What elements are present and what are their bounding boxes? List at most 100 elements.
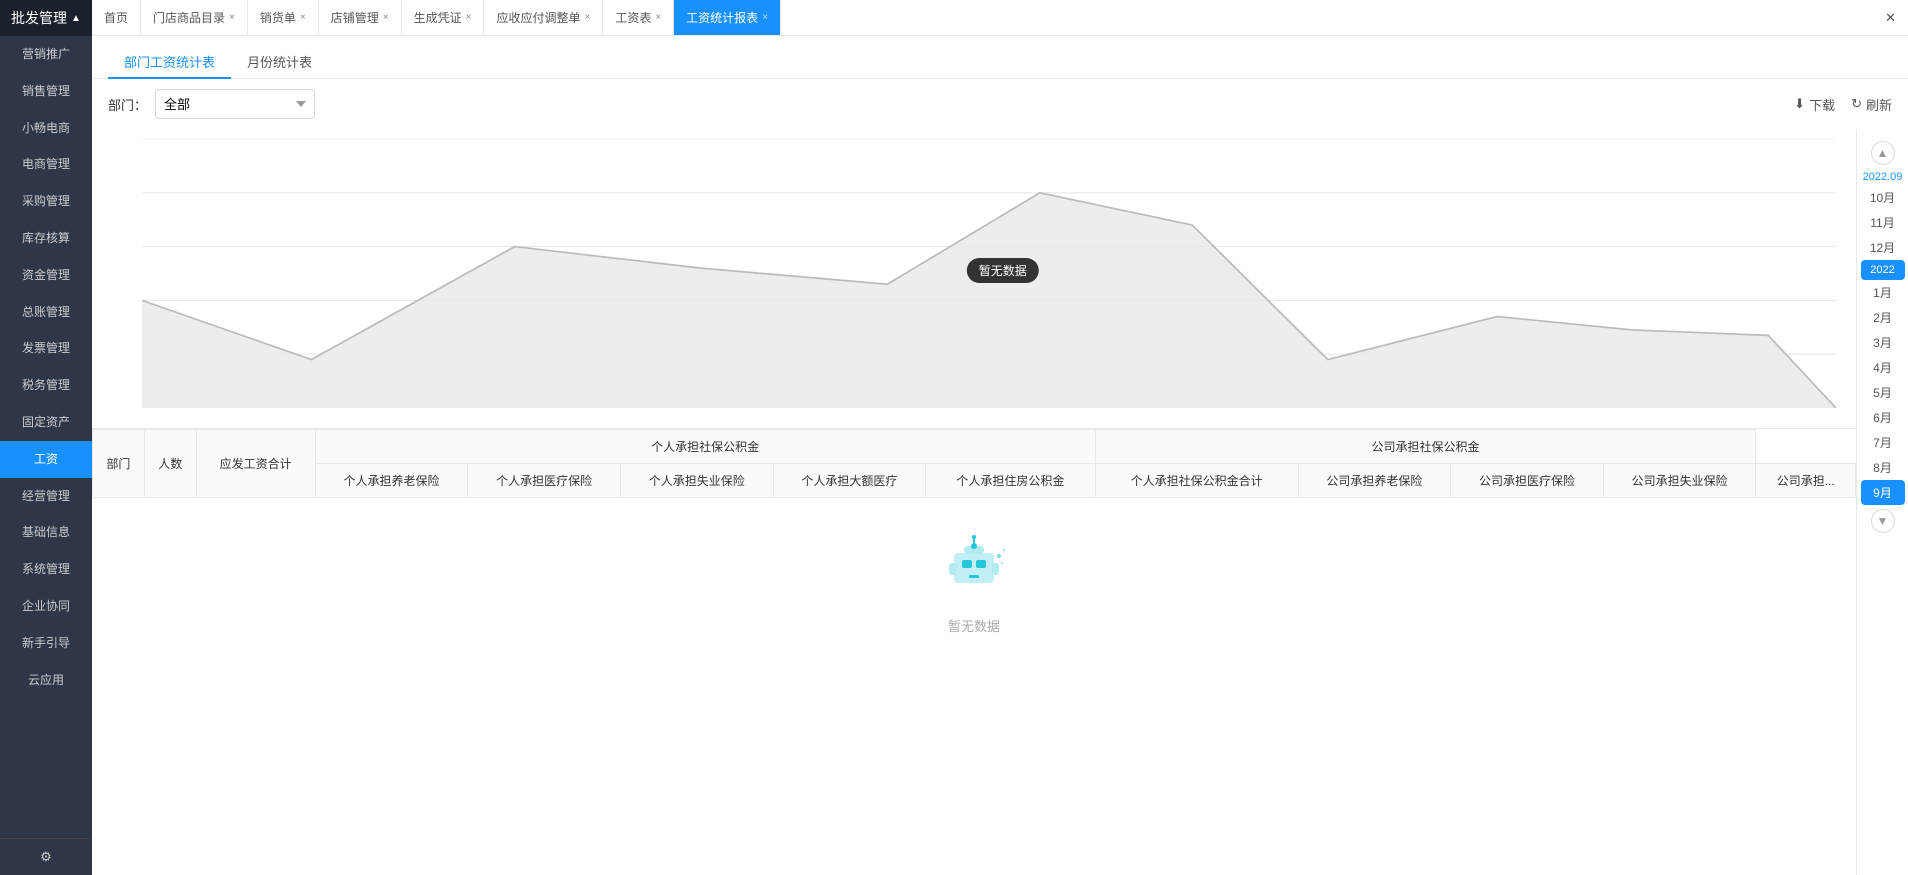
data-table: 部门人数应发工资合计个人承担社保公积金公司承担社保公积金个人承担养老保险 个人承担… xyxy=(92,429,1856,498)
col-subheader: 个人承担失业保险 xyxy=(620,464,773,498)
col-subheader: 公司承担... xyxy=(1756,464,1856,498)
chart-svg: 0100200300400500 xyxy=(142,139,1836,408)
refresh-label: 刷新 xyxy=(1866,95,1892,114)
department-select[interactable]: 全部 xyxy=(155,89,315,119)
chart-table-area: 0100200300400500 暂无数据 部门人数应发工资合计个人承担社保公积… xyxy=(92,129,1908,875)
chart-table-main: 0100200300400500 暂无数据 部门人数应发工资合计个人承担社保公积… xyxy=(92,129,1856,875)
tab-close-icon-dianguanli[interactable]: × xyxy=(383,12,389,23)
empty-icon xyxy=(934,528,1014,608)
subtab-bumen[interactable]: 部门工资统计表 xyxy=(108,46,231,79)
tab-close-icon-mendianshanpinmulu[interactable]: × xyxy=(229,12,235,23)
tab-close-icon-shengchengpingzheng[interactable]: × xyxy=(466,12,472,23)
sidebar-item-kucun[interactable]: 库存核算 xyxy=(0,220,92,257)
tabbar-close-btn[interactable]: ✕ xyxy=(1873,0,1908,35)
main-area: 首页门店商品目录 ×销货单 ×店铺管理 ×生成凭证 ×应收应付调整单 ×工资表 … xyxy=(92,0,1908,875)
sidebar-item-zijin[interactable]: 资金管理 xyxy=(0,257,92,294)
month-item[interactable]: 7月 xyxy=(1861,430,1905,455)
tab-mendianshanpinmulu[interactable]: 门店商品目录 × xyxy=(141,0,248,35)
refresh-icon: ↻ xyxy=(1851,96,1862,112)
download-icon: ⬇ xyxy=(1794,96,1805,112)
sidebar-item-xiaoshou[interactable]: 销售管理 xyxy=(0,73,92,110)
action-row: ⬇ 下载 ↻ 刷新 xyxy=(1794,95,1892,114)
month-item[interactable]: 1月 xyxy=(1861,280,1905,305)
sidebar-item-jingying[interactable]: 经营管理 xyxy=(0,478,92,515)
download-label: 下载 xyxy=(1809,95,1835,114)
sidebar-item-gongzi[interactable]: 工资 xyxy=(0,441,92,478)
col-subheader: 个人承担社保公积金合计 xyxy=(1095,464,1298,498)
month-item[interactable]: 6月 xyxy=(1861,405,1905,430)
tab-close-icon-gongzibiao[interactable]: × xyxy=(655,12,661,23)
tab-close-icon-gongzitongji[interactable]: × xyxy=(762,12,768,23)
month-item[interactable]: 3月 xyxy=(1861,330,1905,355)
year-2022-label: 2022.09 xyxy=(1863,169,1903,185)
right-panel: ▲ 2022.09 10月11月12月20221月2月3月4月5月6月7月8月9… xyxy=(1856,129,1908,875)
col-header: 个人承担社保公积金 xyxy=(315,430,1095,464)
panel-down-btn[interactable]: ▼ xyxy=(1871,509,1895,533)
empty-text: 暂无数据 xyxy=(948,616,1000,635)
table-head: 部门人数应发工资合计个人承担社保公积金公司承担社保公积金个人承担养老保险 个人承担… xyxy=(93,430,1856,498)
month-item[interactable]: 9月 xyxy=(1861,480,1905,505)
right-panel-months: 10月11月12月20221月2月3月4月5月6月7月8月9月 xyxy=(1861,185,1905,505)
department-label: 部门： xyxy=(108,95,147,114)
col-header: 应发工资合计 xyxy=(196,430,315,498)
sidebar-arrow-icon: ▲ xyxy=(71,13,81,24)
tab-shouye[interactable]: 首页 xyxy=(92,0,141,35)
sidebar-item-yingxiao[interactable]: 营销推广 xyxy=(0,36,92,73)
tab-close-icon-xiaoshoudian[interactable]: × xyxy=(300,12,306,23)
tab-gongzitongji[interactable]: 工资统计报表 × xyxy=(674,0,781,35)
panel-up-btn[interactable]: ▲ xyxy=(1871,141,1895,165)
sidebar-item-xiaodian[interactable]: 小畅电商 xyxy=(0,110,92,147)
month-item[interactable]: 12月 xyxy=(1861,235,1905,260)
col-subheader: 个人承担养老保险 xyxy=(315,464,468,498)
sidebar-item-shuiwu[interactable]: 税务管理 xyxy=(0,367,92,404)
subtabs: 部门工资统计表月份统计表 xyxy=(92,36,1908,79)
sidebar-brand: 批发管理 xyxy=(11,8,67,28)
col-header: 公司承担社保公积金 xyxy=(1095,430,1756,464)
sidebar: 批发管理 ▲ 营销推广销售管理小畅电商电商管理采购管理库存核算资金管理总账管理发… xyxy=(0,0,92,875)
month-item[interactable]: 10月 xyxy=(1861,185,1905,210)
sidebar-item-xinshou[interactable]: 新手引导 xyxy=(0,625,92,662)
tab-gongzibiao[interactable]: 工资表 × xyxy=(603,0,674,35)
sidebar-settings-btn[interactable]: ⚙ xyxy=(0,838,92,875)
sidebar-item-yun[interactable]: 云应用 xyxy=(0,662,92,699)
download-btn[interactable]: ⬇ 下载 xyxy=(1794,95,1835,114)
col-subheader: 个人承担大额医疗 xyxy=(773,464,926,498)
month-item[interactable]: 8月 xyxy=(1861,455,1905,480)
col-header: 人数 xyxy=(144,430,196,498)
col-subheader: 公司承担失业保险 xyxy=(1603,464,1756,498)
sidebar-item-jichu[interactable]: 基础信息 xyxy=(0,514,92,551)
sidebar-item-caigou[interactable]: 采购管理 xyxy=(0,183,92,220)
sidebar-item-qiye[interactable]: 企业协同 xyxy=(0,588,92,625)
month-item[interactable]: 5月 xyxy=(1861,380,1905,405)
refresh-btn[interactable]: ↻ 刷新 xyxy=(1851,95,1892,114)
col-header: 部门 xyxy=(93,430,145,498)
sidebar-item-dianshang[interactable]: 电商管理 xyxy=(0,146,92,183)
toolbar: 部门： 全部 ⬇ 下载 ↻ 刷新 xyxy=(92,79,1908,129)
month-item[interactable]: 11月 xyxy=(1861,210,1905,235)
month-item[interactable]: 4月 xyxy=(1861,355,1905,380)
sidebar-item-fapiao[interactable]: 发票管理 xyxy=(0,330,92,367)
sidebar-items: 营销推广销售管理小畅电商电商管理采购管理库存核算资金管理总账管理发票管理税务管理… xyxy=(0,36,92,698)
sidebar-item-gudingzichan[interactable]: 固定资产 xyxy=(0,404,92,441)
sidebar-top-label[interactable]: 批发管理 ▲ xyxy=(0,0,92,36)
month-item[interactable]: 2月 xyxy=(1861,305,1905,330)
chart-area: 0100200300400500 暂无数据 xyxy=(92,129,1856,429)
tab-xiaoshoudian[interactable]: 销货单 × xyxy=(248,0,319,35)
year-marker[interactable]: 2022 xyxy=(1861,260,1905,280)
tabbar: 首页门店商品目录 ×销货单 ×店铺管理 ×生成凭证 ×应收应付调整单 ×工资表 … xyxy=(92,0,1908,36)
col-subheader: 公司承担医疗保险 xyxy=(1451,464,1604,498)
empty-state: 暂无数据 xyxy=(92,498,1856,665)
tab-close-icon-yingshoudanfutiao[interactable]: × xyxy=(584,12,590,23)
table-area: 部门人数应发工资合计个人承担社保公积金公司承担社保公积金个人承担养老保险 个人承担… xyxy=(92,429,1856,875)
col-subheader: 公司承担养老保险 xyxy=(1298,464,1451,498)
filter-row: 部门： 全部 xyxy=(108,89,315,119)
content-area: 部门工资统计表月份统计表 部门： 全部 ⬇ 下载 ↻ 刷新 xyxy=(92,36,1908,875)
col-subheader: 个人承担住房公积金 xyxy=(926,464,1095,498)
settings-icon: ⚙ xyxy=(40,849,52,864)
tab-yingshoudanfutiao[interactable]: 应收应付调整单 × xyxy=(484,0,603,35)
subtab-yufen[interactable]: 月份统计表 xyxy=(231,46,328,79)
sidebar-item-xitong[interactable]: 系统管理 xyxy=(0,551,92,588)
tab-dianguanli[interactable]: 店铺管理 × xyxy=(319,0,402,35)
sidebar-item-zhangzhang[interactable]: 总账管理 xyxy=(0,294,92,331)
tab-shengchengpingzheng[interactable]: 生成凭证 × xyxy=(402,0,485,35)
